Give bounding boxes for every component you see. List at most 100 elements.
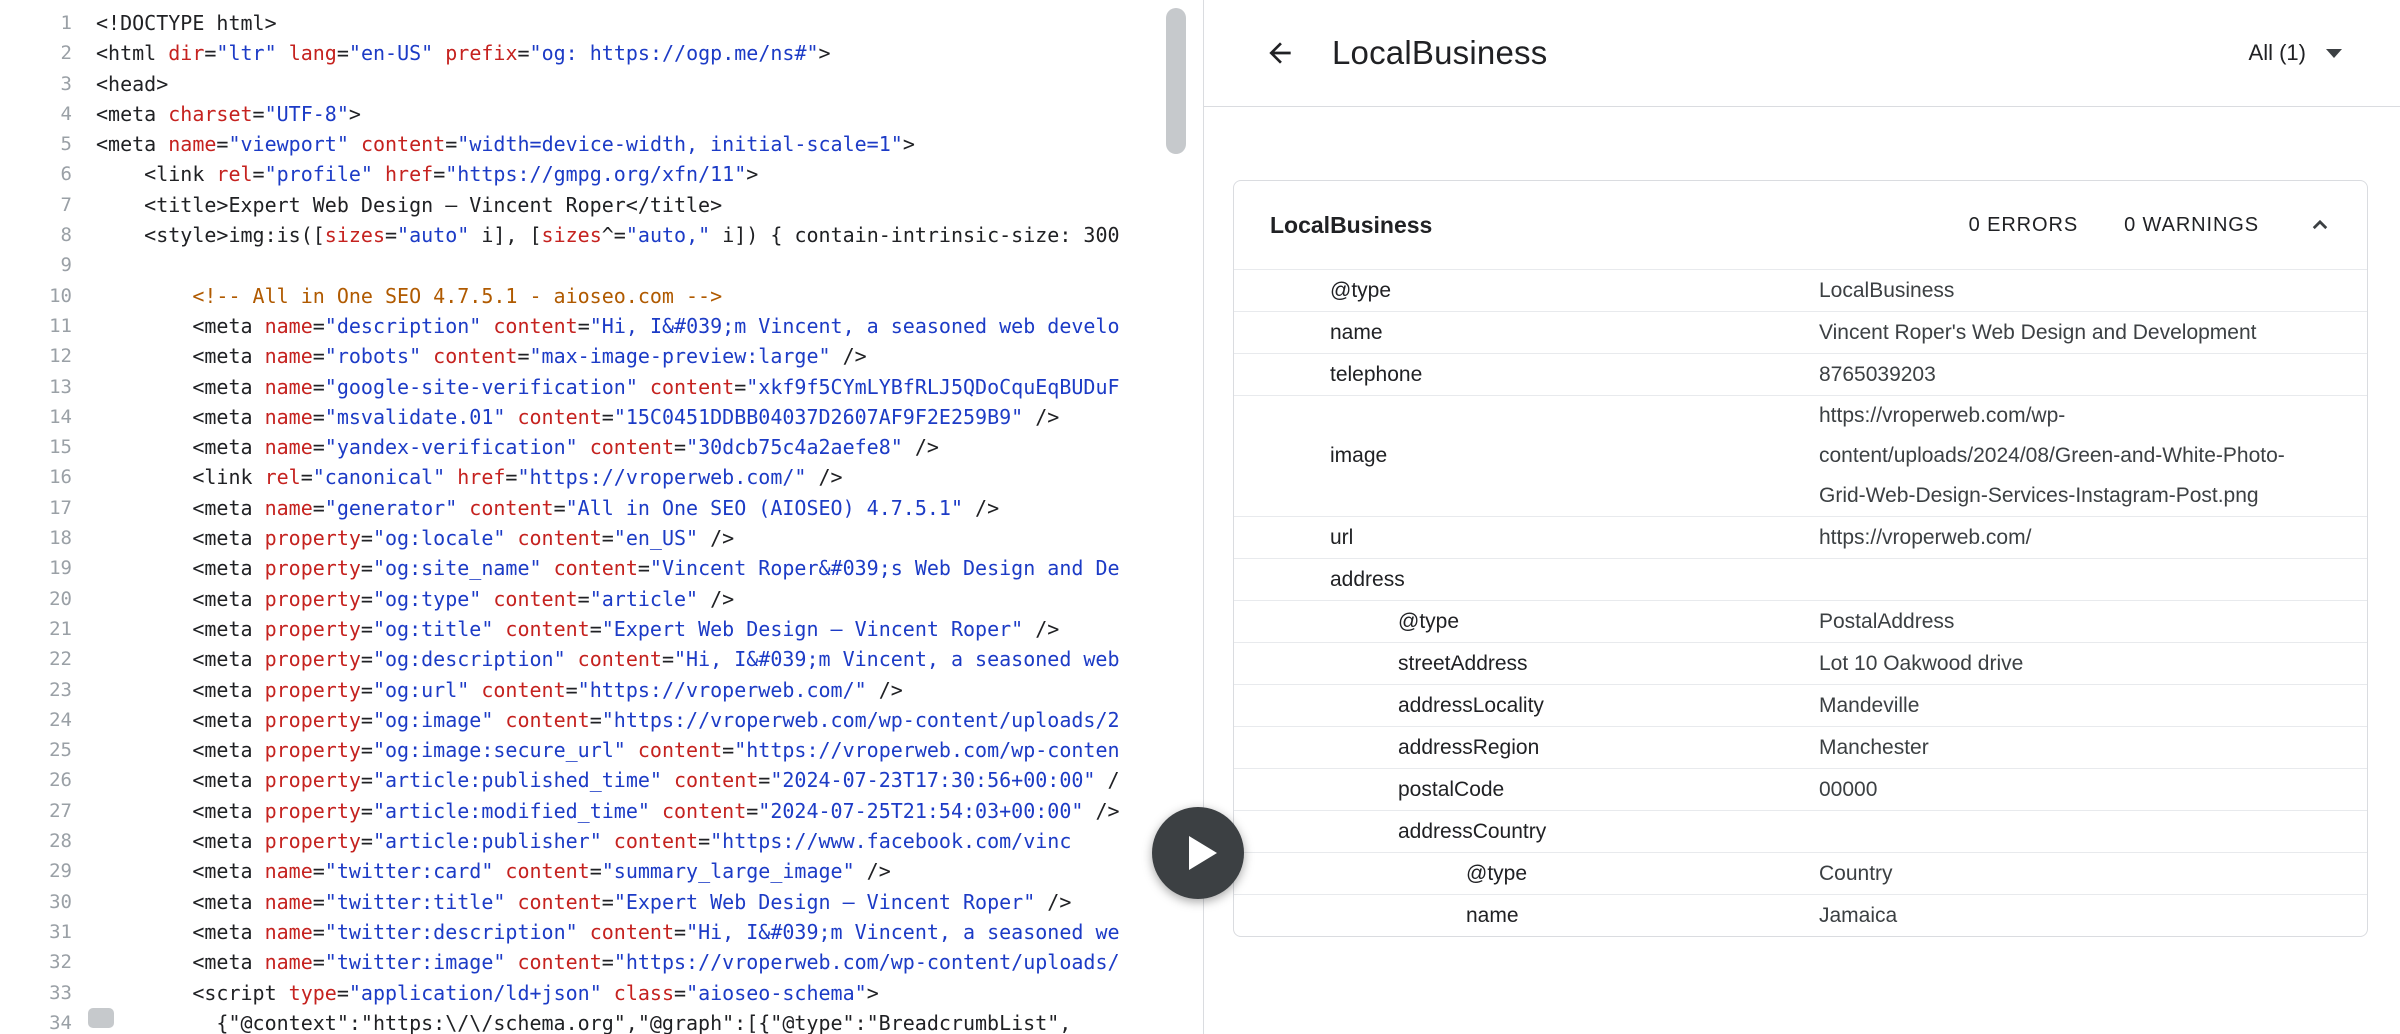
filter-label: All (1): [2248, 40, 2306, 65]
code-line: 11 <meta name="description" content="Hi,…: [0, 311, 1164, 341]
code-text: <!-- All in One SEO 4.7.5.1 - aioseo.com…: [96, 283, 723, 308]
property-name: addressRegion: [1398, 735, 1540, 759]
line-number: 2: [60, 42, 72, 65]
property-row[interactable]: @type LocalBusiness: [1234, 269, 2367, 311]
property-row[interactable]: streetAddress Lot 10 Oakwood drive: [1234, 642, 2367, 684]
code-lines-container: 1 <!DOCTYPE html> 2 <html dir="ltr" lang="e…: [0, 8, 1164, 1034]
code-line: 17 <meta name="generator" content="All i…: [0, 493, 1164, 523]
line-number: 15: [49, 436, 72, 459]
code-line: 2 <html dir="ltr" lang="en-US" prefix="og…: [0, 38, 1164, 68]
code-text: {"@context":"https:\/\/schema.org","@gra…: [96, 1010, 1072, 1034]
property-row[interactable]: addressRegion Manchester: [1234, 726, 2367, 768]
line-number: 20: [49, 587, 72, 610]
code-text: <link rel="canonical" href="https://vrop…: [96, 465, 843, 490]
chevron-down-icon: [2326, 48, 2342, 58]
code-vertical-scrollbar[interactable]: [1166, 8, 1186, 154]
results-header: LocalBusiness All (1): [1204, 0, 2400, 107]
property-row[interactable]: postalCode 00000: [1234, 768, 2367, 810]
line-number: 1: [60, 12, 72, 34]
code-line: 26 <meta property="article:published_tim…: [0, 765, 1164, 795]
property-value: Country: [1819, 861, 1893, 885]
code-text: <meta name="msvalidate.01" content="15C0…: [96, 404, 1060, 429]
property-row[interactable]: address: [1234, 558, 2367, 600]
code-text: <style>img:is([sizes="auto" i], [sizes^=…: [96, 223, 1120, 248]
code-text: <meta property="og:locale" content="en_U…: [96, 526, 735, 551]
line-number: 26: [49, 769, 72, 792]
property-value: Manchester: [1819, 735, 1929, 759]
collapse-card-button[interactable]: [2305, 210, 2335, 240]
code-horizontal-scrollbar[interactable]: [88, 1008, 114, 1028]
property-table: @type LocalBusiness name Vincent Roper's We…: [1234, 269, 2367, 936]
run-test-button[interactable]: [1152, 807, 1244, 899]
property-value: 00000: [1819, 777, 1878, 801]
code-text: <!DOCTYPE html>: [96, 11, 277, 35]
line-number: 9: [60, 254, 72, 277]
line-number: 29: [49, 860, 72, 883]
line-number: 16: [49, 466, 72, 489]
property-row[interactable]: name Jamaica: [1234, 894, 2367, 936]
property-name: @type: [1466, 861, 1528, 885]
property-name: streetAddress: [1398, 651, 1528, 675]
code-line: 18 <meta property="og:locale" content="e…: [0, 523, 1164, 553]
line-number: 32: [49, 951, 72, 974]
line-number: 11: [49, 314, 72, 337]
page-title: LocalBusiness: [1332, 34, 1548, 71]
property-row[interactable]: name Vincent Roper's Web Design and Devel…: [1234, 311, 2367, 353]
code-line: 3 <head>: [0, 69, 1164, 99]
play-icon: [1189, 836, 1217, 870]
line-number: 30: [49, 890, 72, 913]
property-row[interactable]: addressLocality Mandeville: [1234, 684, 2367, 726]
back-button[interactable]: [1264, 37, 1296, 69]
property-name: address: [1330, 567, 1405, 591]
line-number: 19: [49, 557, 72, 580]
code-text: <title>Expert Web Design – Vincent Roper…: [96, 192, 723, 217]
property-name: telephone: [1330, 362, 1423, 386]
line-number: 34: [49, 1011, 72, 1034]
code-text: <meta property="og:site_name" content="V…: [96, 556, 1120, 581]
property-row[interactable]: @type Country: [1234, 852, 2367, 894]
code-text: <meta property="og:image:secure_url" con…: [96, 738, 1120, 763]
code-line: 6 <link rel="profile" href="https://gmpg…: [0, 159, 1164, 189]
code-text: <meta name="robots" content="max-image-p…: [96, 344, 867, 369]
code-line: 32 <meta name="twitter:image" content="h…: [0, 947, 1164, 977]
code-line: 10 <!-- All in One SEO 4.7.5.1 - aioseo.…: [0, 281, 1164, 311]
code-line: 24 <meta property="og:image" content="ht…: [0, 705, 1164, 735]
code-line: 7 <title>Expert Web Design – Vincent Rop…: [0, 190, 1164, 220]
code-text: <meta name="description" content="Hi, I&…: [96, 313, 1120, 338]
code-text: <link rel="profile" href="https://gmpg.o…: [96, 162, 759, 187]
code-line: 30 <meta name="twitter:title" content="E…: [0, 887, 1164, 917]
chevron-up-icon: [2305, 210, 2335, 240]
property-value: 8765039203: [1819, 362, 1936, 386]
property-name: addressCountry: [1398, 819, 1547, 843]
property-name: image: [1330, 444, 1388, 467]
source-code-panel[interactable]: 1 <!DOCTYPE html> 2 <html dir="ltr" lang="e…: [0, 0, 1203, 1034]
property-name: name: [1330, 320, 1383, 344]
line-number: 33: [49, 981, 72, 1004]
property-row[interactable]: @type PostalAddress: [1234, 600, 2367, 642]
code-text: <meta property="article:publisher" conte…: [96, 829, 1072, 854]
code-line: 34 {"@context":"https:\/\/schema.org","@…: [0, 1008, 1164, 1034]
entity-filter-dropdown[interactable]: All (1): [2249, 40, 2342, 66]
property-name: addressLocality: [1398, 693, 1544, 717]
property-value: https://vroperweb.com/wp-content/uploads…: [1819, 404, 2285, 507]
code-line: 13 <meta name="google-site-verification"…: [0, 372, 1164, 402]
code-line: 4 <meta charset="UTF-8">: [0, 99, 1164, 129]
code-text: <meta property="og:title" content="Exper…: [96, 616, 1060, 641]
property-name: name: [1466, 903, 1519, 927]
property-row[interactable]: telephone 8765039203: [1234, 353, 2367, 395]
line-number: 12: [49, 345, 72, 368]
entity-card-header[interactable]: LocalBusiness 0 ERRORS 0 WARNINGS: [1234, 181, 2367, 269]
property-row[interactable]: image https://vroperweb.com/wp-content/up…: [1234, 395, 2367, 516]
code-line: 1 <!DOCTYPE html>: [0, 8, 1164, 38]
line-number: 8: [60, 224, 72, 247]
property-row[interactable]: url https://vroperweb.com/: [1234, 516, 2367, 558]
code-text: <meta name="twitter:card" content="summa…: [96, 859, 891, 884]
line-number: 17: [49, 496, 72, 519]
entity-type-title: LocalBusiness: [1270, 211, 1433, 238]
property-row[interactable]: addressCountry: [1234, 810, 2367, 852]
code-line: 29 <meta name="twitter:card" content="su…: [0, 856, 1164, 886]
line-number: 6: [60, 163, 72, 186]
code-line: 14 <meta name="msvalidate.01" content="1…: [0, 402, 1164, 432]
code-line: 19 <meta property="og:site_name" content…: [0, 553, 1164, 583]
errors-count: 0 ERRORS: [1968, 213, 2079, 236]
